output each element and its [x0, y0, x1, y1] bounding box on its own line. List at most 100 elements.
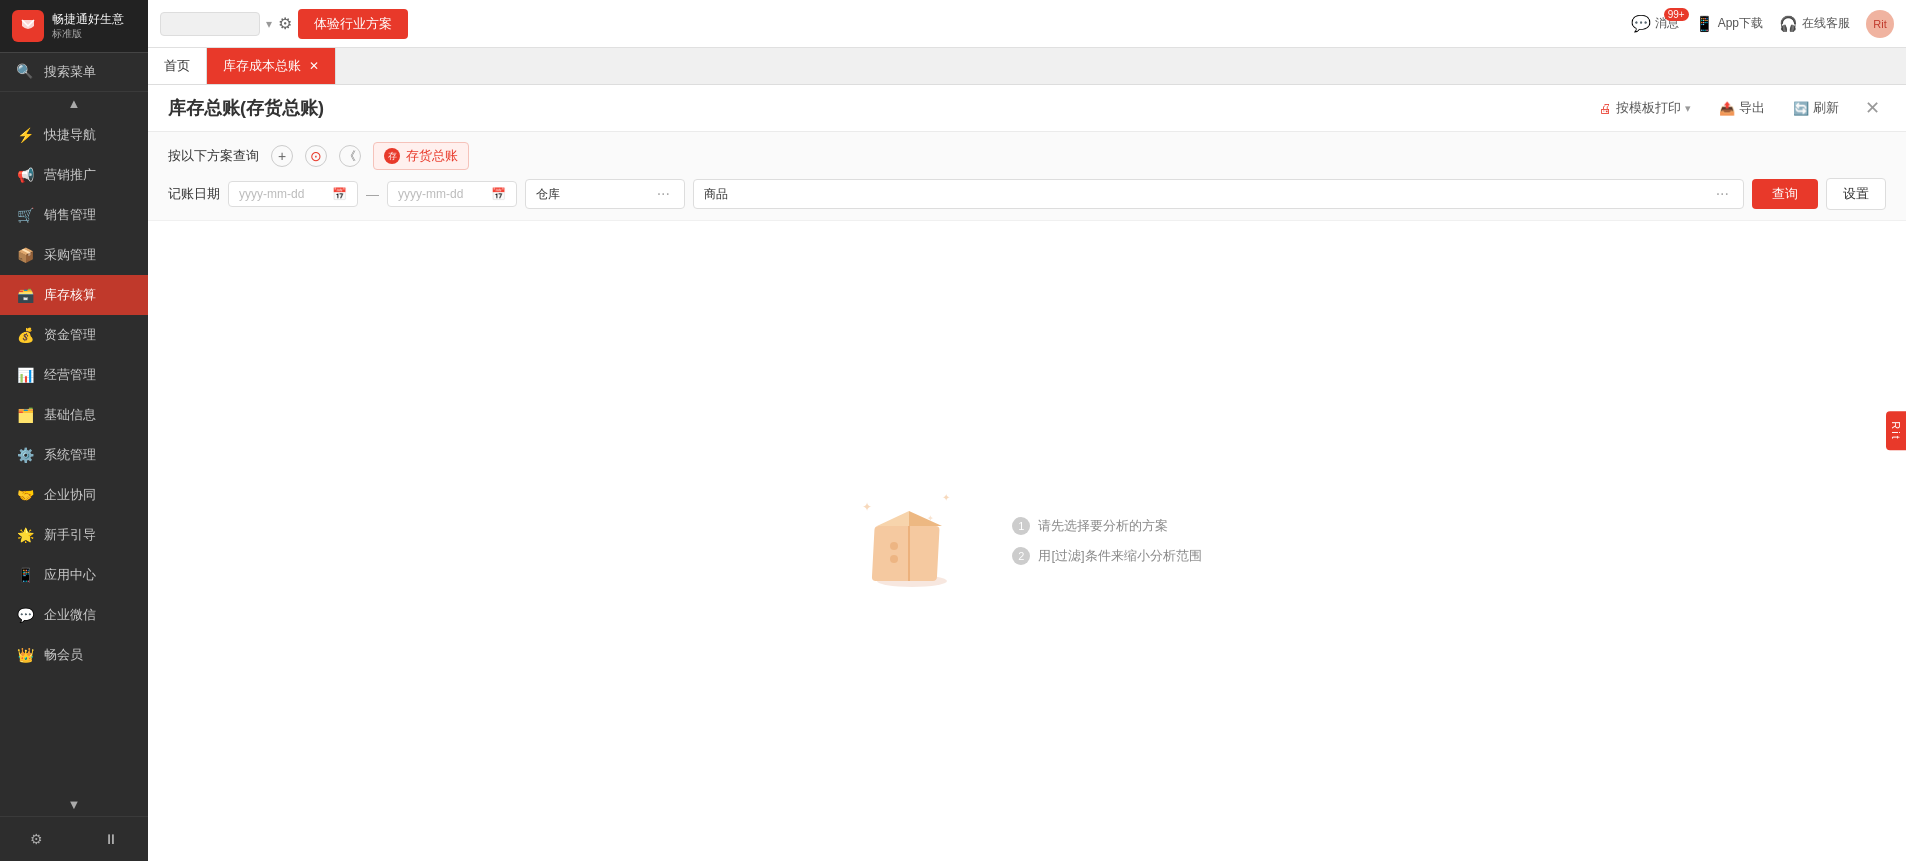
right-panel-toggle[interactable]: Rit — [1886, 411, 1906, 450]
date-start-placeholder: yyyy-mm-dd — [239, 187, 304, 201]
refresh-label: 刷新 — [1813, 99, 1839, 117]
empty-illustration: ✦ ✦ ✦ — [852, 481, 972, 601]
sidebar-item-label: 企业微信 — [44, 606, 96, 624]
sidebar-item-inventory[interactable]: 🗃️ 库存核算 — [0, 275, 148, 315]
sidebar-item-finance[interactable]: 💰 资金管理 — [0, 315, 148, 355]
sales-icon: 🛒 — [16, 206, 34, 224]
query-btn[interactable]: 查询 — [1752, 179, 1818, 209]
dropdown-chevron-icon[interactable]: ▾ — [266, 17, 272, 31]
online-service-btn[interactable]: 🎧 在线客服 — [1779, 15, 1850, 33]
sidebar-item-enterprise[interactable]: 🤝 企业协同 — [0, 475, 148, 515]
filter-collapse-btn[interactable]: 《 — [339, 145, 361, 167]
sidebar-item-label: 系统管理 — [44, 446, 96, 464]
sidebar-item-member[interactable]: 👑 畅会员 — [0, 635, 148, 675]
date-end-placeholder: yyyy-mm-dd — [398, 187, 463, 201]
close-page-btn[interactable]: ✕ — [1859, 97, 1886, 119]
settings-gear-icon[interactable]: ⚙ — [278, 14, 292, 33]
warehouse-more-icon[interactable]: ··· — [653, 185, 674, 203]
filter-close-btn[interactable]: ⊙ — [305, 145, 327, 167]
tab-home[interactable]: 首页 — [148, 48, 207, 84]
print-btn[interactable]: 🖨 按模板打印 ▾ — [1591, 95, 1699, 121]
refresh-btn[interactable]: 🔄 刷新 — [1785, 95, 1847, 121]
basic-icon: 🗂️ — [16, 406, 34, 424]
inventory-icon: 🗃️ — [16, 286, 34, 304]
product-select[interactable]: 商品 ··· — [693, 179, 1744, 209]
svg-text:✦: ✦ — [862, 500, 872, 514]
print-dropdown-icon[interactable]: ▾ — [1685, 102, 1691, 115]
sidebar-item-purchase[interactable]: 📦 采购管理 — [0, 235, 148, 275]
filter-scheme-row: 按以下方案查询 + ⊙ 《 存 存货总账 — [168, 142, 1886, 170]
empty-hint-2: 2 用[过滤]条件来缩小分析范围 — [1012, 547, 1201, 565]
trial-btn[interactable]: 体验行业方案 — [298, 9, 408, 39]
finance-icon: 💰 — [16, 326, 34, 344]
headset-icon: 🎧 — [1779, 15, 1798, 33]
date-label: 记账日期 — [168, 185, 220, 203]
sound-bottom-btn[interactable]: ⏸ — [94, 825, 128, 853]
filter-settings-btn[interactable]: 设置 — [1826, 178, 1886, 210]
tab-inventory-cost[interactable]: 库存成本总账 ✕ — [207, 48, 336, 84]
export-icon: 📤 — [1719, 101, 1735, 116]
main-area: ▾ ⚙ 体验行业方案 💬 消息 99+ 📱 App下载 🎧 在线客服 Rit — [148, 0, 1906, 861]
sidebar-logo: 畅捷通好生意 标准版 — [0, 0, 148, 53]
calendar-start-icon[interactable]: 📅 — [332, 187, 347, 201]
search-icon: 🔍 — [16, 63, 34, 81]
online-service-label: 在线客服 — [1802, 15, 1850, 32]
sidebar-item-apps[interactable]: 📱 应用中心 — [0, 555, 148, 595]
svg-text:✦: ✦ — [927, 514, 934, 523]
app-download-btn[interactable]: 📱 App下载 — [1695, 15, 1763, 33]
messages-btn[interactable]: 💬 消息 99+ — [1631, 14, 1679, 33]
sidebar-item-label: 新手引导 — [44, 526, 96, 544]
sidebar-item-system[interactable]: ⚙️ 系统管理 — [0, 435, 148, 475]
hint-num-1: 1 — [1012, 517, 1030, 535]
operations-icon: 📊 — [16, 366, 34, 384]
purchase-icon: 📦 — [16, 246, 34, 264]
sidebar-item-operations[interactable]: 📊 经营管理 — [0, 355, 148, 395]
warehouse-label: 仓库 — [536, 186, 560, 203]
date-start-input[interactable]: yyyy-mm-dd 📅 — [228, 181, 358, 207]
svg-point-3 — [890, 542, 898, 550]
date-separator: — — [366, 187, 379, 202]
calendar-end-icon[interactable]: 📅 — [491, 187, 506, 201]
tab-home-label: 首页 — [164, 57, 190, 75]
sidebar-item-shortcut[interactable]: ⚡ 快捷导航 — [0, 115, 148, 155]
user-menu[interactable]: Rit — [1866, 10, 1894, 38]
product-label: 商品 — [704, 186, 728, 203]
avatar: Rit — [1866, 10, 1894, 38]
hint-text-2: 用[过滤]条件来缩小分析范围 — [1038, 547, 1201, 565]
topbar: ▾ ⚙ 体验行业方案 💬 消息 99+ 📱 App下载 🎧 在线客服 Rit — [148, 0, 1906, 48]
hint-text-1: 请先选择要分析的方案 — [1038, 517, 1168, 535]
sidebar-item-label: 经营管理 — [44, 366, 96, 384]
sidebar-item-sales[interactable]: 🛒 销售管理 — [0, 195, 148, 235]
svg-text:✦: ✦ — [942, 492, 950, 503]
tab-close-icon[interactable]: ✕ — [309, 59, 319, 73]
sidebar-item-wechat[interactable]: 💬 企业微信 — [0, 595, 148, 635]
topbar-right: 💬 消息 99+ 📱 App下载 🎧 在线客服 Rit — [1631, 10, 1894, 38]
filter-add-btn[interactable]: + — [271, 145, 293, 167]
svg-point-4 — [890, 555, 898, 563]
page-actions: 🖨 按模板打印 ▾ 📤 导出 🔄 刷新 ✕ — [1591, 95, 1886, 121]
sidebar-search[interactable]: 🔍 搜索菜单 — [0, 53, 148, 92]
hint-num-2: 2 — [1012, 547, 1030, 565]
empty-hint-1: 1 请先选择要分析的方案 — [1012, 517, 1201, 535]
warehouse-select[interactable]: 仓库 ··· — [525, 179, 685, 209]
scroll-up-btn[interactable]: ▲ — [0, 92, 148, 115]
active-scheme[interactable]: 存 存货总账 — [373, 142, 469, 170]
close-icon: ⊙ — [310, 148, 322, 164]
date-end-input[interactable]: yyyy-mm-dd 📅 — [387, 181, 517, 207]
refresh-icon: 🔄 — [1793, 101, 1809, 116]
print-label: 按模板打印 — [1616, 99, 1681, 117]
scroll-down-btn[interactable]: ▼ — [0, 793, 148, 816]
export-btn[interactable]: 📤 导出 — [1711, 95, 1773, 121]
message-icon: 💬 — [1631, 14, 1651, 33]
tab-inventory-cost-label: 库存成本总账 — [223, 57, 301, 75]
app-download-label: App下载 — [1718, 15, 1763, 32]
settings-bottom-btn[interactable]: ⚙ — [20, 825, 53, 853]
page-header: 库存总账(存货总账) 🖨 按模板打印 ▾ 📤 导出 🔄 刷新 ✕ — [148, 85, 1906, 132]
topbar-left: ▾ ⚙ 体验行业方案 — [160, 9, 1623, 39]
sidebar-item-marketing[interactable]: 📢 营销推广 — [0, 155, 148, 195]
wechat-icon: 💬 — [16, 606, 34, 624]
sidebar-item-newbie[interactable]: 🌟 新手引导 — [0, 515, 148, 555]
product-more-icon[interactable]: ··· — [1712, 185, 1733, 203]
sidebar-bottom: ⚙ ⏸ — [0, 816, 148, 861]
sidebar-item-basic[interactable]: 🗂️ 基础信息 — [0, 395, 148, 435]
